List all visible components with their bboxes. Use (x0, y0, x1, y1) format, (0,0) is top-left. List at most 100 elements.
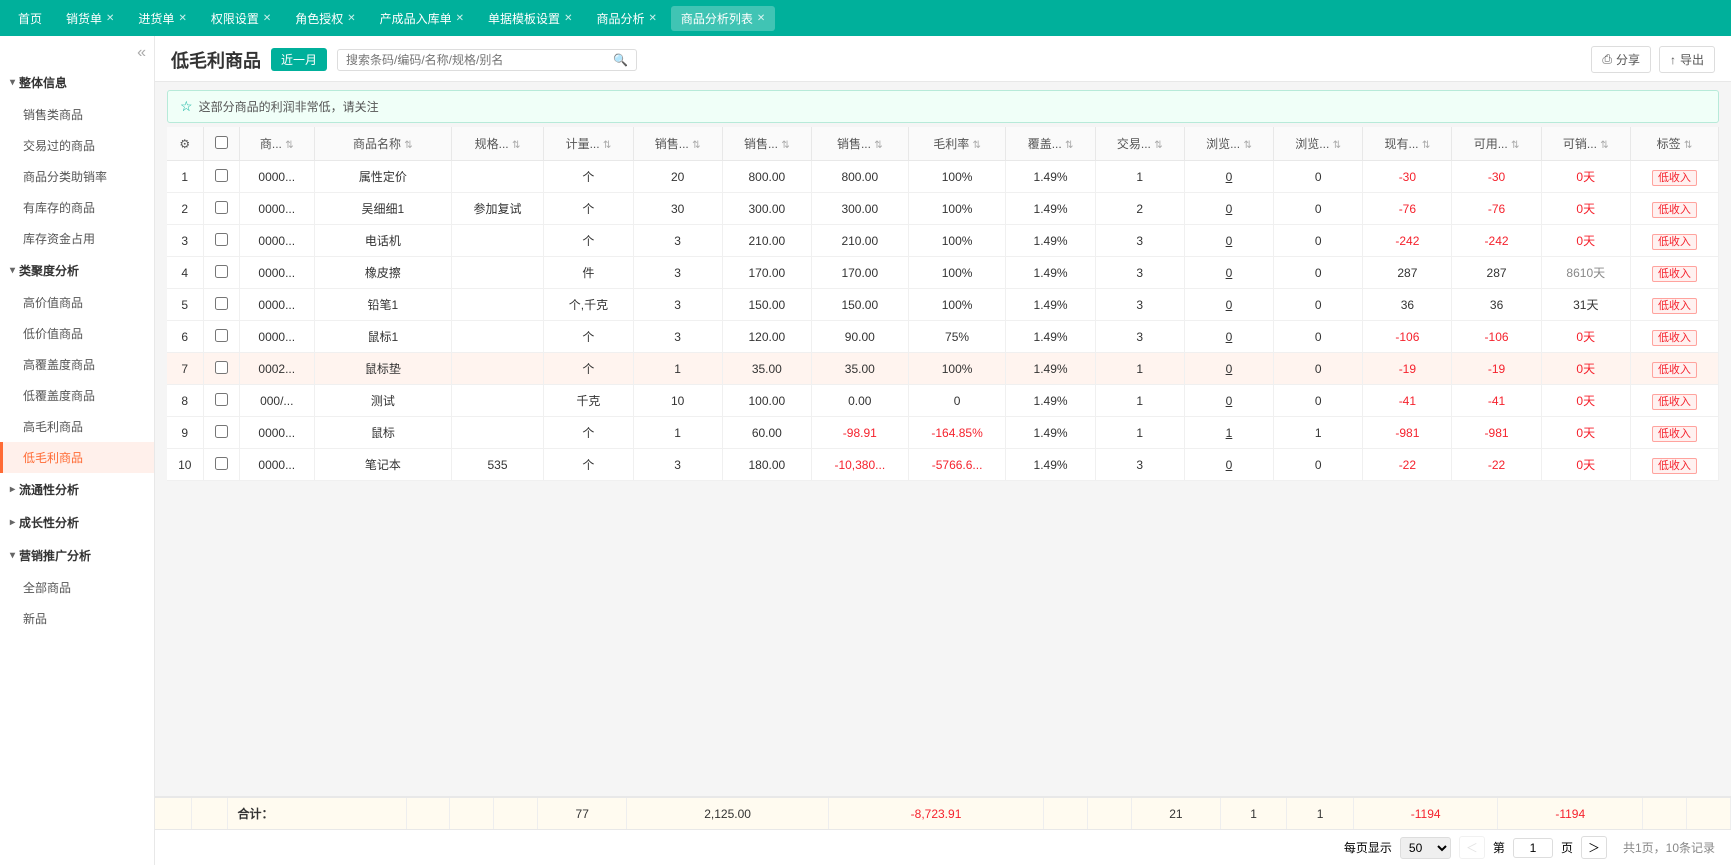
row-browse1[interactable]: 1 (1184, 417, 1273, 449)
row-checkbox[interactable] (203, 353, 239, 385)
per-page-select[interactable]: 50 100 (1400, 837, 1451, 859)
col-gross-rate[interactable]: 毛利率 ⇅ (908, 127, 1006, 161)
sidebar-group-cluster[interactable]: ▾ 类聚度分析 (0, 254, 154, 287)
next-page-btn[interactable]: ＞ (1581, 836, 1607, 859)
nav-home[interactable]: 首页 (8, 6, 52, 31)
time-filter-button[interactable]: 近一月 (271, 48, 327, 71)
sidebar-group-marketing[interactable]: ▾ 营销推广分析 (0, 539, 154, 572)
row-browse1[interactable]: 0 (1184, 225, 1273, 257)
nav-close-product-warehouse[interactable]: ✕ (456, 13, 464, 24)
nav-close-role-auth[interactable]: ✕ (347, 13, 355, 24)
sidebar-item-low-value[interactable]: 低价值商品 (0, 318, 154, 349)
row-checkbox[interactable] (203, 449, 239, 481)
sidebar-item-stock-capital[interactable]: 库存资金占用 (0, 223, 154, 254)
nav-close-template-settings[interactable]: ✕ (564, 13, 572, 24)
nav-role-auth[interactable]: 角色授权 ✕ (285, 6, 365, 31)
col-tag[interactable]: 标签 ⇅ (1630, 127, 1718, 161)
row-no: 8 (167, 385, 203, 417)
sidebar-item-sales-goods[interactable]: 销售类商品 (0, 99, 154, 130)
row-browse1[interactable]: 0 (1184, 353, 1273, 385)
col-settings[interactable]: ⚙ (167, 127, 203, 161)
row-browse2: 0 (1274, 289, 1363, 321)
row-checkbox[interactable] (203, 257, 239, 289)
row-browse1[interactable]: 0 (1184, 161, 1273, 193)
row-checkbox[interactable] (203, 193, 239, 225)
col-spec[interactable]: 规格... ⇅ (451, 127, 544, 161)
nav-sales-order[interactable]: 销货单 ✕ (56, 6, 124, 31)
nav-close-product-analysis[interactable]: ✕ (648, 13, 656, 24)
page-number-input[interactable] (1513, 838, 1553, 858)
row-select-checkbox[interactable] (215, 393, 228, 406)
nav-product-analysis[interactable]: 商品分析 ✕ (586, 6, 666, 31)
nav-purchase-order[interactable]: 进货单 ✕ (128, 6, 196, 31)
col-name[interactable]: 商品名称 ⇅ (314, 127, 451, 161)
sidebar-item-high-coverage[interactable]: 高覆盖度商品 (0, 349, 154, 380)
row-browse1[interactable]: 0 (1184, 449, 1273, 481)
row-select-checkbox[interactable] (215, 169, 228, 182)
table-container[interactable]: ⚙ 商... ⇅ 商品名称 ⇅ 规格... ⇅ 计量... ⇅ 销售... ⇅ … (167, 127, 1719, 796)
sidebar-item-high-margin[interactable]: 高毛利商品 (0, 411, 154, 442)
nav-template-settings[interactable]: 单据模板设置 ✕ (478, 6, 582, 31)
row-select-checkbox[interactable] (215, 201, 228, 214)
row-checkbox[interactable] (203, 417, 239, 449)
col-browse1[interactable]: 浏览... ⇅ (1184, 127, 1273, 161)
col-browse2[interactable]: 浏览... ⇅ (1274, 127, 1363, 161)
sidebar-item-category-rate[interactable]: 商品分类助销率 (0, 161, 154, 192)
row-checkbox[interactable] (203, 321, 239, 353)
search-icon[interactable]: 🔍 (613, 53, 628, 67)
col-tx-count[interactable]: 交易... ⇅ (1095, 127, 1184, 161)
sidebar-item-all-goods[interactable]: 全部商品 (0, 572, 154, 603)
sidebar-group-growth[interactable]: ▸ 成长性分析 (0, 506, 154, 539)
row-browse1[interactable]: 0 (1184, 257, 1273, 289)
row-select-checkbox[interactable] (215, 361, 228, 374)
nav-close-purchase-order[interactable]: ✕ (178, 13, 186, 24)
row-browse1[interactable]: 0 (1184, 193, 1273, 225)
sidebar-item-high-value[interactable]: 高价值商品 (0, 287, 154, 318)
col-cover-rate[interactable]: 覆盖... ⇅ (1006, 127, 1095, 161)
row-checkbox[interactable] (203, 161, 239, 193)
sidebar-item-stock-goods[interactable]: 有库存的商品 (0, 192, 154, 223)
row-select-checkbox[interactable] (215, 425, 228, 438)
nav-close-permission[interactable]: ✕ (263, 13, 271, 24)
row-stock: 287 (1363, 257, 1452, 289)
row-checkbox[interactable] (203, 225, 239, 257)
col-unit[interactable]: 计量... ⇅ (544, 127, 633, 161)
prev-page-btn[interactable]: ＜ (1459, 836, 1485, 859)
sidebar-item-traded-goods[interactable]: 交易过的商品 (0, 130, 154, 161)
col-sale-amt2[interactable]: 销售... ⇅ (811, 127, 908, 161)
row-browse1[interactable]: 0 (1184, 289, 1273, 321)
col-stock[interactable]: 现有... ⇅ (1363, 127, 1452, 161)
row-browse1[interactable]: 0 (1184, 385, 1273, 417)
row-select-checkbox[interactable] (215, 457, 228, 470)
sidebar-group-liquidity[interactable]: ▸ 流通性分析 (0, 473, 154, 506)
search-input[interactable] (346, 53, 608, 67)
row-checkbox[interactable] (203, 385, 239, 417)
col-code[interactable]: 商... ⇅ (239, 127, 314, 161)
export-button[interactable]: ↑ 导出 (1659, 46, 1715, 73)
share-button[interactable]: ⎙ 分享 (1591, 46, 1651, 73)
nav-close-product-analysis-list[interactable]: ✕ (757, 13, 765, 24)
row-name: 吴细细1 (314, 193, 451, 225)
row-stock: -22 (1363, 449, 1452, 481)
col-avail[interactable]: 可用... ⇅ (1452, 127, 1541, 161)
col-sale-amt[interactable]: 销售... ⇅ (722, 127, 811, 161)
sidebar-item-low-coverage[interactable]: 低覆盖度商品 (0, 380, 154, 411)
select-all-checkbox[interactable] (215, 136, 228, 149)
row-spec (451, 257, 544, 289)
nav-product-analysis-list[interactable]: 商品分析列表 ✕ (671, 6, 775, 31)
row-select-checkbox[interactable] (215, 265, 228, 278)
sidebar-item-new-goods[interactable]: 新品 (0, 603, 154, 634)
sidebar-collapse-btn[interactable]: « (137, 44, 146, 62)
row-browse1[interactable]: 0 (1184, 321, 1273, 353)
row-select-checkbox[interactable] (215, 297, 228, 310)
sidebar-item-low-margin[interactable]: 低毛利商品 (0, 442, 154, 473)
row-select-checkbox[interactable] (215, 329, 228, 342)
nav-close-sales-order[interactable]: ✕ (106, 13, 114, 24)
nav-product-warehouse[interactable]: 产成品入库单 ✕ (370, 6, 474, 31)
col-sale-days[interactable]: 可销... ⇅ (1541, 127, 1630, 161)
row-select-checkbox[interactable] (215, 233, 228, 246)
col-sale-qty[interactable]: 销售... ⇅ (633, 127, 722, 161)
nav-permission[interactable]: 权限设置 ✕ (201, 6, 281, 31)
row-checkbox[interactable] (203, 289, 239, 321)
sidebar-group-overview[interactable]: ▾ 整体信息 (0, 66, 154, 99)
